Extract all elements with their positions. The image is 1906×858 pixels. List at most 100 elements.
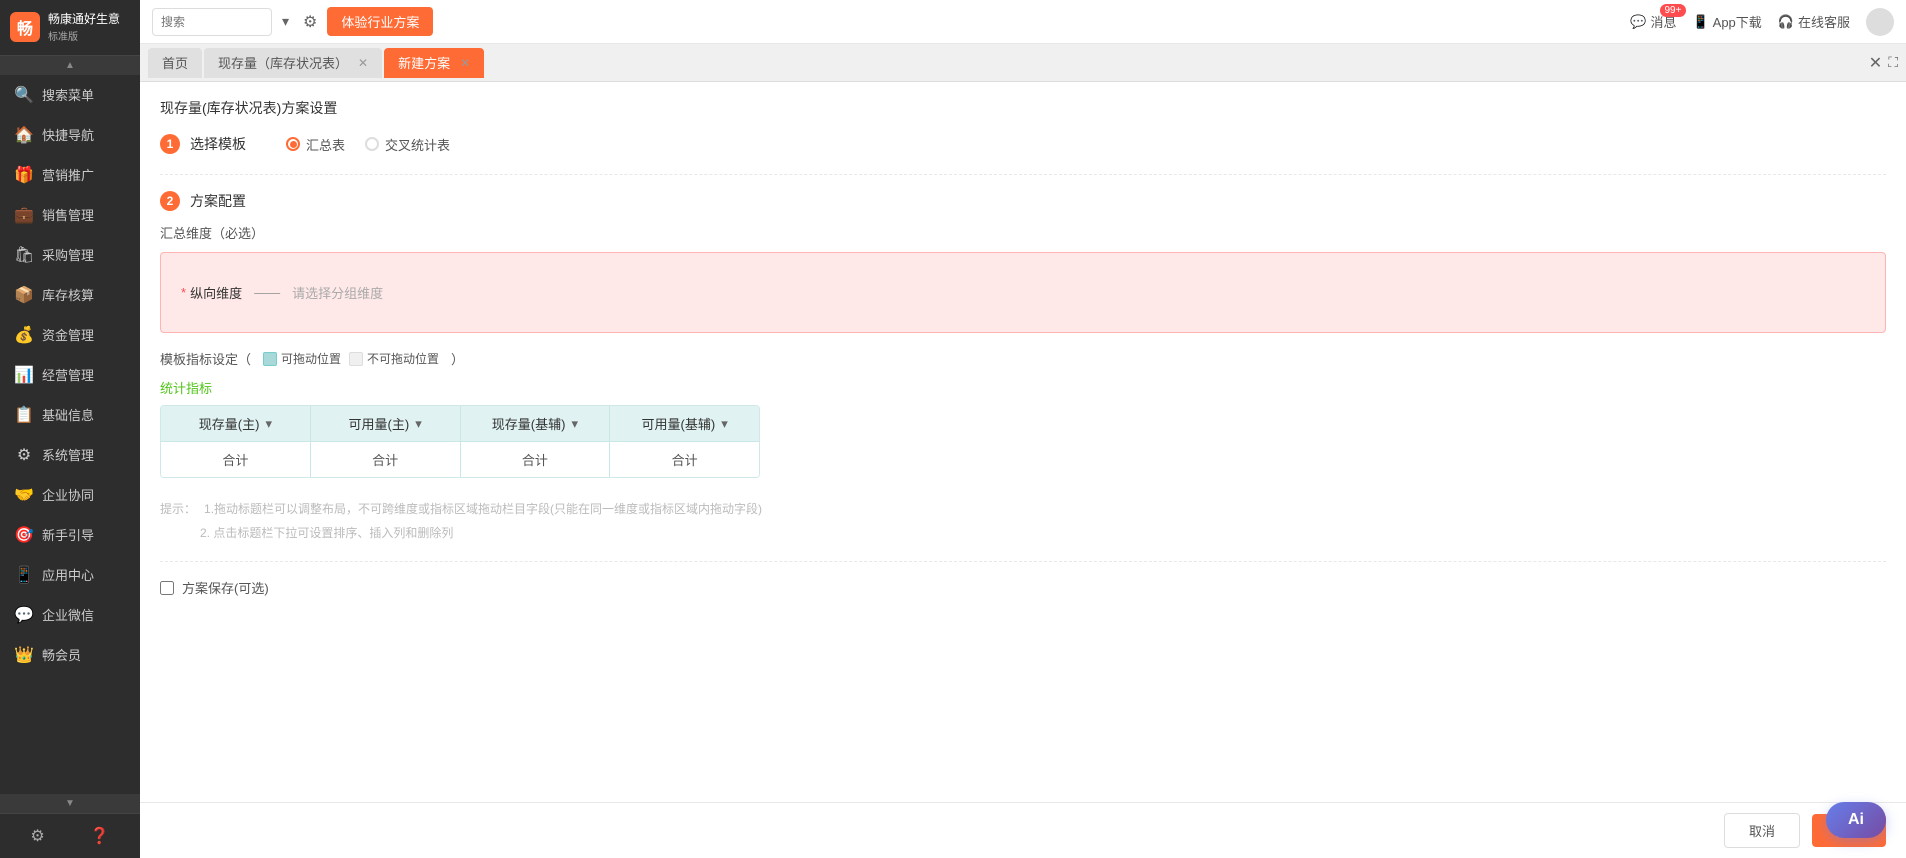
sidebar-scroll-up[interactable]: ▲ [0, 56, 140, 75]
dimension-field-label: 纵向维度 [190, 283, 242, 302]
tips-text-2: 2. 点击标题栏下拉可设置排序、插入列和删除列 [200, 521, 453, 545]
dimension-box[interactable]: * 纵向维度 —— 请选择分组维度 [160, 252, 1886, 333]
col4-dropdown-icon[interactable]: ▾ [721, 416, 728, 432]
top-search-input[interactable] [152, 8, 272, 36]
sidebar-item-basic[interactable]: 📋 基础信息 [0, 395, 140, 435]
sidebar-item-label: 企业协同 [42, 485, 94, 504]
indicator-header-cell-4[interactable]: 可用量(基辅) ▾ [610, 406, 759, 442]
sidebar-item-management[interactable]: 📊 经营管理 [0, 355, 140, 395]
tips-text-1: 1.拖动标题栏可以调整布局，不可跨维度或指标区域拖动栏目字段(只能在同一维度或指… [204, 497, 762, 521]
sales-icon: 💼 [14, 205, 34, 225]
section-divider-1 [160, 174, 1886, 175]
sidebar-item-purchase[interactable]: 🛍 采购管理 [0, 235, 140, 275]
sidebar-item-label: 新手引导 [42, 525, 94, 544]
radio-cross-circle [365, 137, 379, 151]
page-title: 现存量(库存状况表)方案设置 [160, 98, 1886, 118]
sidebar-item-enterprise[interactable]: 🤝 企业协同 [0, 475, 140, 515]
col3-dropdown-icon[interactable]: ▾ [571, 416, 578, 432]
experience-button[interactable]: 体验行业方案 [327, 7, 433, 36]
sidebar-item-label: 快捷导航 [42, 125, 94, 144]
app-logo-icon: 畅 [10, 12, 40, 42]
sidebar-item-member[interactable]: 👑 畅会员 [0, 635, 140, 675]
tips-label: 提示： [160, 497, 196, 521]
col1-dropdown-icon[interactable]: ▾ [265, 416, 272, 432]
radio-cross[interactable]: 交叉统计表 [365, 135, 450, 154]
indicator-table-header: 现存量(主) ▾ 合计 可用量(主) ▾ 合计 [161, 406, 759, 477]
main-area: ▾ ⚙ 体验行业方案 💬 消息 99+ 📱 App下载 🎧 在线客服 首页 [140, 0, 1906, 858]
save-checkbox[interactable] [160, 581, 174, 595]
section-config: 2 方案配置 汇总维度（必选） * 纵向维度 —— 请选择分组维度 模板指标设定… [160, 191, 1886, 597]
fixed-label: 不可拖动位置 [367, 350, 439, 367]
user-avatar[interactable] [1866, 8, 1894, 36]
col2-label: 可用量(主) [349, 414, 410, 433]
sidebar-item-wechat[interactable]: 💬 企业微信 [0, 595, 140, 635]
indicator-body-cell-3: 合计 [461, 442, 610, 477]
sidebar-item-label: 畅会员 [42, 645, 81, 664]
gift-icon: 🎁 [14, 165, 34, 185]
save-checkbox-row: 方案保存(可选) [160, 578, 1886, 597]
help-button[interactable]: ❓ [86, 822, 114, 850]
indicators-label: 模板指标设定（ 可拖动位置 不可拖动位置 ） [160, 349, 1886, 368]
sidebar-scroll-down[interactable]: ▼ [0, 794, 140, 813]
tab-inventory-close[interactable]: ✕ [358, 56, 368, 70]
radio-summary[interactable]: 汇总表 [286, 135, 345, 154]
sidebar-item-inventory[interactable]: 📦 库存核算 [0, 275, 140, 315]
app-version: 标准版 [48, 28, 120, 43]
indicator-header-cell-1[interactable]: 现存量(主) ▾ [161, 406, 310, 442]
indicators-text: 模板指标设定（ [160, 349, 251, 368]
sidebar-item-system[interactable]: ⚙ 系统管理 [0, 435, 140, 475]
search-dropdown-button[interactable]: ▾ [282, 13, 289, 30]
settings-icon[interactable]: ⚙ [303, 12, 317, 32]
settings-button[interactable]: ⚙ [26, 822, 48, 850]
tabs-bar: 首页 现存量（库存状况表） ✕ 新建方案 ✕ ✕ ⛶ [140, 44, 1906, 82]
radio-summary-circle [286, 137, 300, 151]
cancel-button[interactable]: 取消 [1724, 813, 1800, 848]
indicators-close: ） [451, 349, 464, 368]
tab-new-plan-label: 新建方案 [398, 53, 450, 72]
app-download-button[interactable]: 📱 App下载 [1692, 12, 1761, 31]
chart-icon: 📊 [14, 365, 34, 385]
tabs-expand-button[interactable]: ⛶ [1888, 54, 1898, 71]
sidebar-item-label: 企业微信 [42, 605, 94, 624]
sidebar-item-label: 基础信息 [42, 405, 94, 424]
section2-header: 2 方案配置 [160, 191, 1886, 211]
section2-title: 方案配置 [190, 191, 246, 211]
sidebar-item-label: 资金管理 [42, 325, 94, 344]
online-service-button[interactable]: 🎧 在线客服 [1778, 12, 1850, 31]
sidebar-item-guide[interactable]: 🎯 新手引导 [0, 515, 140, 555]
fixed-indicator-box [349, 352, 363, 366]
sidebar-item-finance[interactable]: 💰 资金管理 [0, 315, 140, 355]
sidebar-item-sales[interactable]: 💼 销售管理 [0, 195, 140, 235]
message-icon: 💬 [1630, 14, 1646, 30]
indicator-body-cell-1: 合计 [161, 442, 310, 477]
toggle-fixed: 不可拖动位置 [349, 350, 439, 367]
col2-dropdown-icon[interactable]: ▾ [415, 416, 422, 432]
sidebar-item-search[interactable]: 🔍 搜索菜单 [0, 75, 140, 115]
indicator-col-2: 可用量(主) ▾ 合计 [311, 406, 461, 477]
dimension-required-mark: * [181, 285, 186, 300]
tabs-close-button[interactable]: ✕ [1869, 53, 1882, 73]
sidebar-item-label: 经营管理 [42, 365, 94, 384]
inventory-icon: 📦 [14, 285, 34, 305]
tab-new-plan-close[interactable]: ✕ [460, 56, 470, 70]
tab-inventory[interactable]: 现存量（库存状况表） ✕ [204, 48, 382, 78]
indicator-body-cell-4: 合计 [610, 442, 759, 477]
col4-label: 可用量(基辅) [642, 414, 716, 433]
sidebar-item-app-center[interactable]: 📱 应用中心 [0, 555, 140, 595]
headset-icon: 🎧 [1778, 14, 1794, 30]
sidebar-item-label: 营销推广 [42, 165, 94, 184]
sidebar-item-quick-nav[interactable]: 🏠 快捷导航 [0, 115, 140, 155]
indicator-header-cell-2[interactable]: 可用量(主) ▾ [311, 406, 460, 442]
message-button[interactable]: 💬 消息 99+ [1630, 12, 1676, 31]
bottom-bar: 取消 查询 [140, 802, 1906, 858]
indicator-header-cell-3[interactable]: 现存量(基辅) ▾ [461, 406, 610, 442]
indicator-col-3: 现存量(基辅) ▾ 合计 [461, 406, 611, 477]
ai-float-button[interactable]: Ai [1826, 802, 1886, 838]
wechat-icon: 💬 [14, 605, 34, 625]
top-bar: ▾ ⚙ 体验行业方案 💬 消息 99+ 📱 App下载 🎧 在线客服 [140, 0, 1906, 44]
movable-indicator-box [263, 352, 277, 366]
sidebar-item-label: 系统管理 [42, 445, 94, 464]
tab-new-plan[interactable]: 新建方案 ✕ [384, 48, 484, 78]
sidebar-item-marketing[interactable]: 🎁 营销推广 [0, 155, 140, 195]
tab-home[interactable]: 首页 [148, 48, 202, 78]
